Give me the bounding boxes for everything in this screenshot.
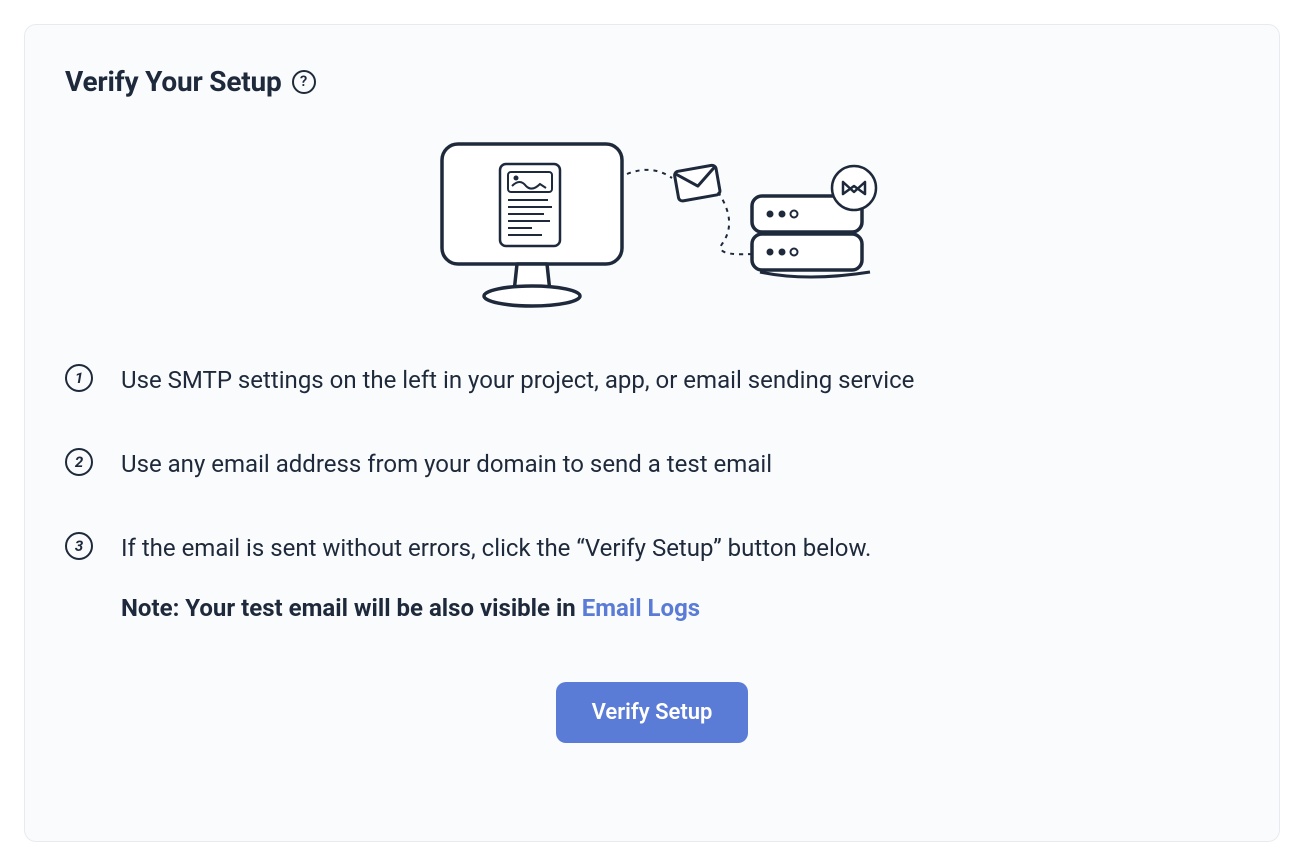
computer-email-server-icon	[422, 134, 882, 314]
card-title: Verify Your Setup	[65, 65, 282, 98]
step-number-badge: 1	[65, 364, 93, 392]
help-icon[interactable]: ?	[292, 70, 316, 94]
step-number-badge: 3	[65, 532, 93, 560]
card-header: Verify Your Setup ?	[65, 65, 1239, 98]
step-number-badge: 2	[65, 448, 93, 476]
action-row: Verify Setup	[65, 682, 1239, 743]
steps-list: 1 Use SMTP settings on the left in your …	[65, 362, 1239, 626]
verify-setup-card: Verify Your Setup ?	[24, 24, 1280, 842]
step-text: Use any email address from your domain t…	[121, 446, 772, 482]
step-note: Note: Your test email will be also visib…	[121, 590, 871, 626]
email-logs-link[interactable]: Email Logs	[582, 594, 700, 622]
step-text: Use SMTP settings on the left in your pr…	[121, 362, 914, 398]
setup-illustration	[65, 134, 1239, 314]
verify-setup-button[interactable]: Verify Setup	[556, 682, 749, 743]
step-1: 1 Use SMTP settings on the left in your …	[65, 362, 1239, 398]
note-prefix: Note: Your test email will be also visib…	[121, 594, 582, 622]
step-text: If the email is sent without errors, cli…	[121, 530, 871, 626]
step-3-main-text: If the email is sent without errors, cli…	[121, 534, 871, 562]
step-2: 2 Use any email address from your domain…	[65, 446, 1239, 482]
step-3: 3 If the email is sent without errors, c…	[65, 530, 1239, 626]
